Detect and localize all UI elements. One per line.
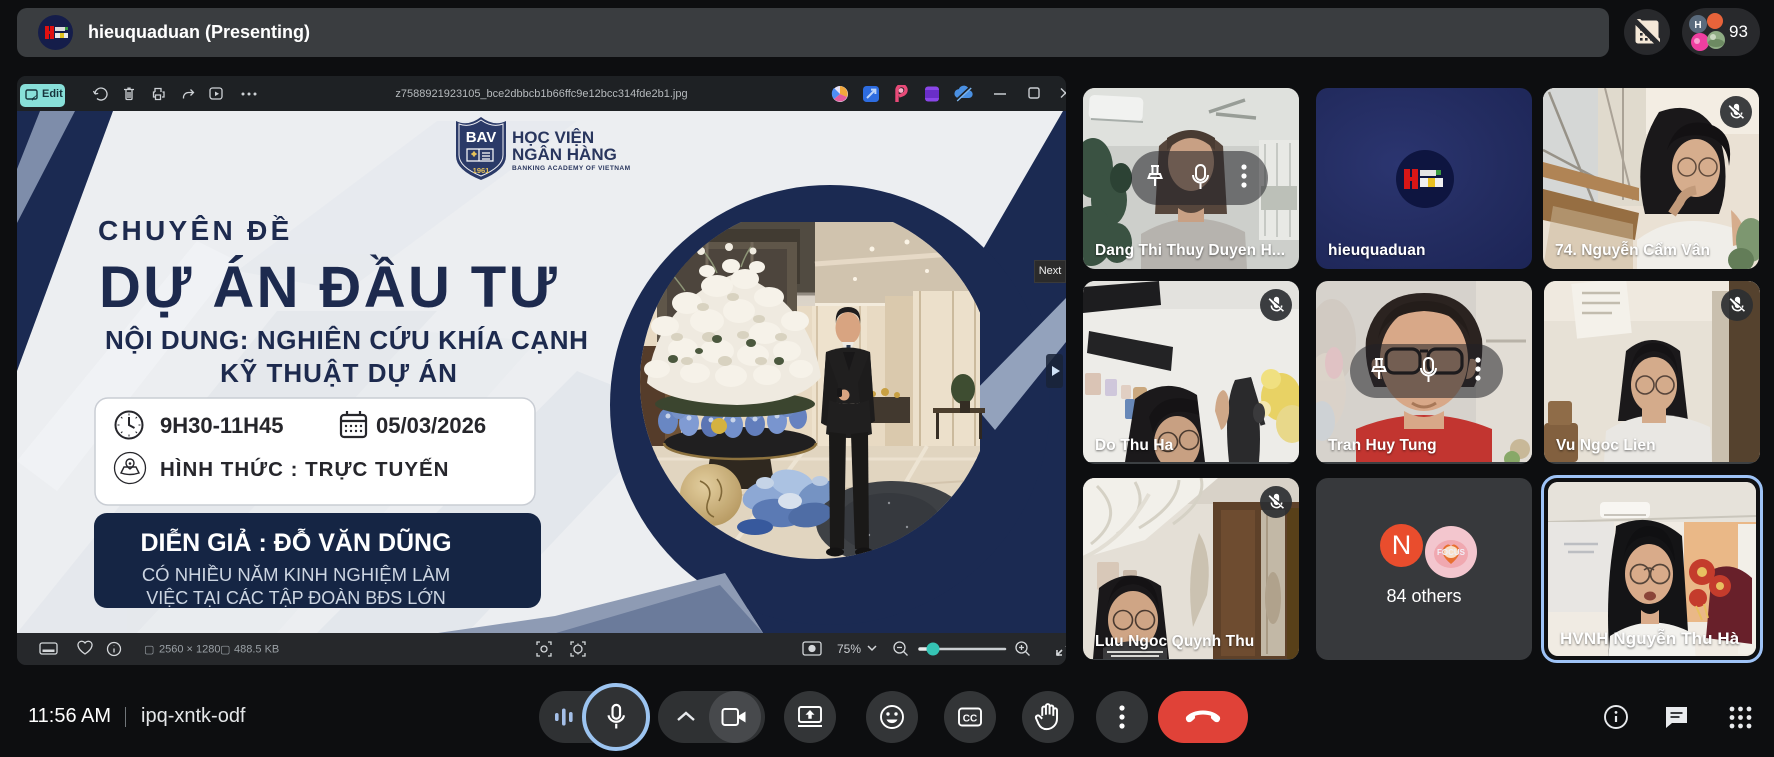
svg-text:▢: ▢ xyxy=(220,644,230,656)
svg-text:H: H xyxy=(1694,20,1701,31)
svg-text:488.5 KB: 488.5 KB xyxy=(234,644,279,656)
svg-text:BAV: BAV xyxy=(466,129,497,146)
svg-text:▢: ▢ xyxy=(144,644,154,656)
svg-text:05/03/2026: 05/03/2026 xyxy=(376,413,486,438)
svg-text:9H30-11H45: 9H30-11H45 xyxy=(160,413,284,438)
svg-text:2560 × 1280: 2560 × 1280 xyxy=(159,644,220,656)
svg-text:KỸ THUẬT DỰ ÁN: KỸ THUẬT DỰ ÁN xyxy=(220,358,458,388)
svg-text:CC: CC xyxy=(963,714,977,725)
svg-text:CÓ NHIỀU NĂM KINH NGHIỆM LÀM: CÓ NHIỀU NĂM KINH NGHIỆM LÀM xyxy=(142,564,450,585)
svg-text:VIỆC TẠI CÁC TẬP ĐOÀN BĐS LỚN: VIỆC TẠI CÁC TẬP ĐOÀN BĐS LỚN xyxy=(146,587,446,608)
svg-text:1961: 1961 xyxy=(473,166,490,175)
svg-text:75%: 75% xyxy=(837,642,861,656)
svg-text:DIỄN GIẢ : ĐỖ VĂN DŨNG: DIỄN GIẢ : ĐỖ VĂN DŨNG xyxy=(140,527,451,557)
svg-text:CHUYÊN ĐỀ: CHUYÊN ĐỀ xyxy=(98,215,293,246)
svg-text:HÌNH THỨC : TRỰC TUYẾN: HÌNH THỨC : TRỰC TUYẾN xyxy=(160,457,449,481)
svg-text:FOCUS: FOCUS xyxy=(1437,548,1466,557)
svg-text:DỰ ÁN ĐẦU TƯ: DỰ ÁN ĐẦU TƯ xyxy=(99,255,559,320)
svg-text:NGÂN HÀNG: NGÂN HÀNG xyxy=(512,145,617,164)
svg-text:BANKING ACADEMY OF VIETNAM: BANKING ACADEMY OF VIETNAM xyxy=(512,165,631,172)
svg-text:NỘI DUNG: NGHIÊN CỨU KHÍA CẠNH: NỘI DUNG: NGHIÊN CỨU KHÍA CẠNH xyxy=(105,325,589,355)
